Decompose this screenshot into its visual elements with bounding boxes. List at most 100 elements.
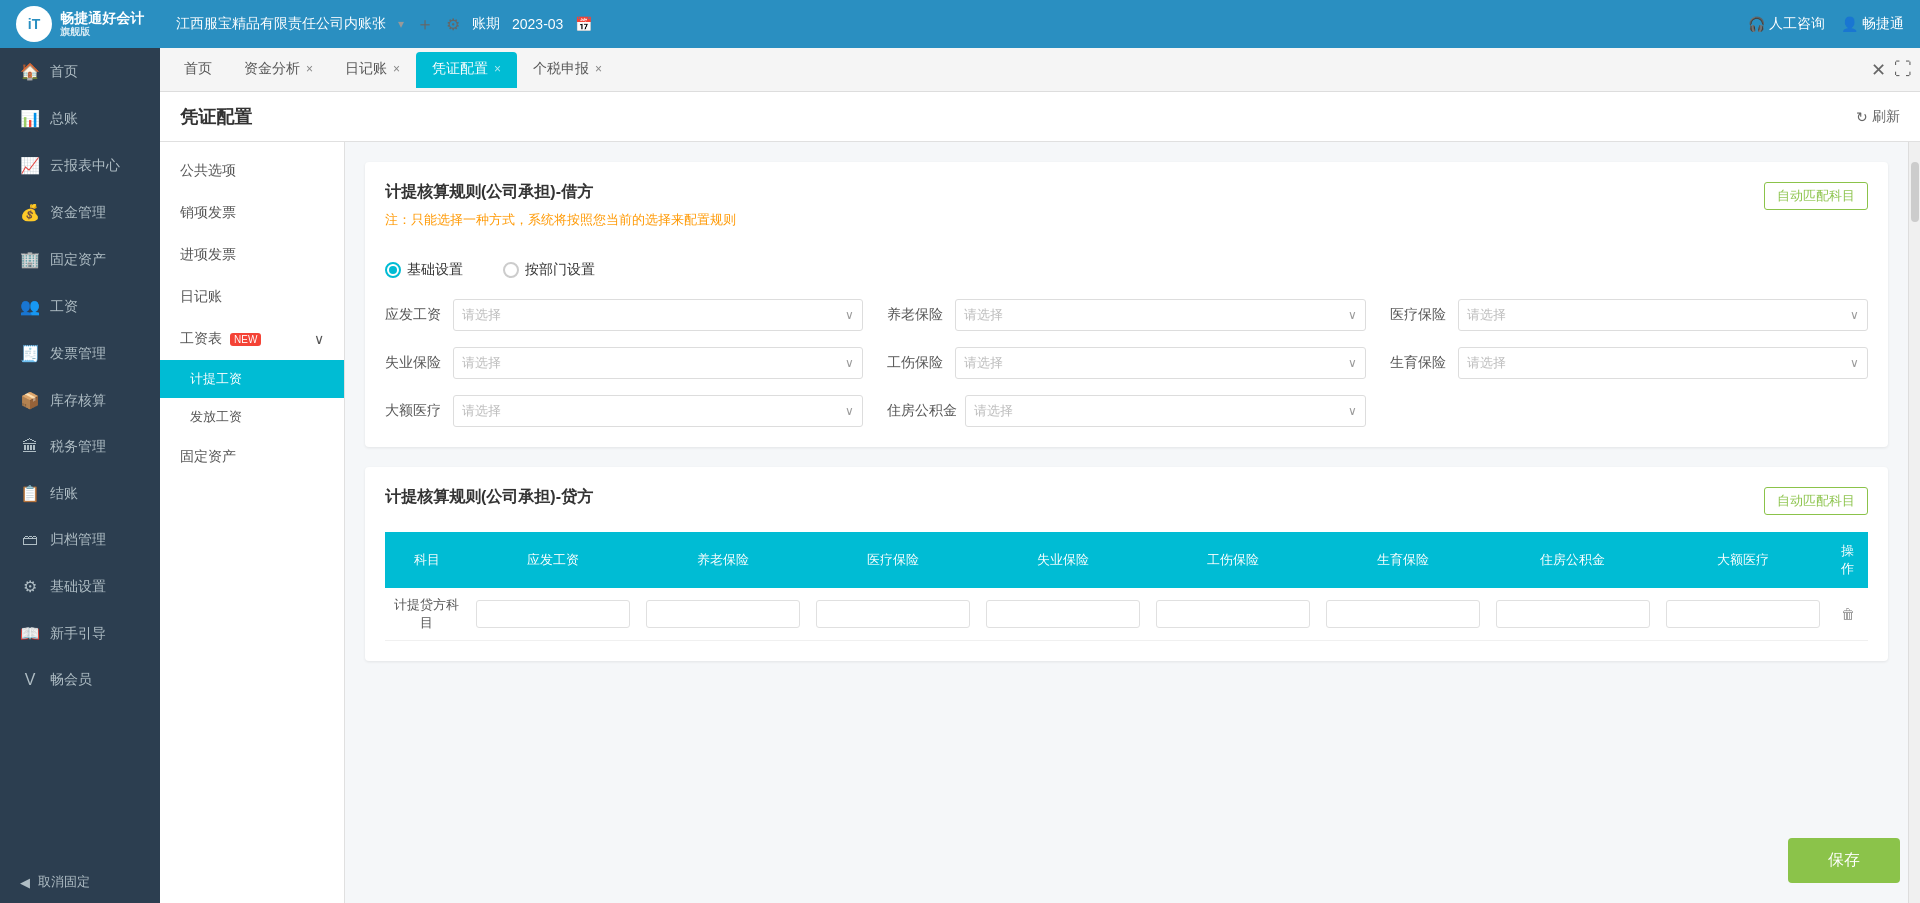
left-nav: 公共选项 销项发票 进项发票 日记账 工资表 NEW ∨ xyxy=(160,142,345,903)
top-bar-middle: 江西服宝精品有限责任公司内账张 ▾ ＋ ⚙ 账期 2023-03 📅 xyxy=(176,12,1748,36)
service-btn[interactable]: 🎧 人工咨询 xyxy=(1748,15,1825,33)
input-unemployment[interactable] xyxy=(986,600,1140,628)
select-birth[interactable]: 请选择 ∨ xyxy=(1458,347,1868,379)
cancel-fixed-label: 取消固定 xyxy=(38,873,90,891)
left-nav-salary-table[interactable]: 工资表 NEW ∨ xyxy=(160,318,344,360)
refresh-button[interactable]: ↻ 刷新 xyxy=(1856,108,1900,126)
calendar-icon[interactable]: 📅 xyxy=(575,16,592,32)
radio-dept-settings[interactable]: 按部门设置 xyxy=(503,261,595,279)
input-housing-fund[interactable] xyxy=(1496,600,1650,628)
sidebar-item-inventory[interactable]: 📦 库存核算 xyxy=(0,377,160,424)
tab-bar: 首页 资金分析 × 日记账 × 凭证配置 × 个税申报 × ✕ ⛶ xyxy=(160,48,1920,92)
delete-row-icon[interactable]: 🗑 xyxy=(1841,606,1855,622)
label-birth: 生育保险 xyxy=(1390,354,1450,372)
logo-main-text: 畅捷通好会计 xyxy=(60,10,144,27)
refresh-icon: ↻ xyxy=(1856,109,1868,125)
main-panel: 计提核算规则(公司承担)-借方 注：只能选择一种方式，系统将按照您当前的选择来配… xyxy=(345,142,1908,903)
input-base-salary[interactable] xyxy=(476,600,630,628)
select-arrow-medical: ∨ xyxy=(1850,308,1859,322)
add-icon[interactable]: ＋ xyxy=(416,12,434,36)
sidebar-label-tax: 税务管理 xyxy=(50,438,106,456)
left-nav-sub-pay-salary[interactable]: 发放工资 xyxy=(160,398,344,436)
cancel-fixed-btn[interactable]: ◀ 取消固定 xyxy=(0,861,160,903)
credit-section-header: 计提核算规则(公司承担)-贷方 自动匹配科目 xyxy=(385,487,1868,516)
sidebar-item-guide[interactable]: 📖 新手引导 xyxy=(0,610,160,657)
fullscreen-icon[interactable]: ⛶ xyxy=(1894,59,1912,80)
th-base-salary: 应发工资 xyxy=(468,532,638,588)
td-work-injury-val xyxy=(1148,588,1318,641)
headset-icon: 🎧 xyxy=(1748,16,1765,32)
sidebar-item-funds[interactable]: 💰 资金管理 xyxy=(0,189,160,236)
account-period-value[interactable]: 2023-03 xyxy=(512,16,563,32)
left-nav-sales-invoice[interactable]: 销项发票 xyxy=(160,192,344,234)
sidebar-item-tax[interactable]: 🏛 税务管理 xyxy=(0,424,160,470)
company-dropdown-icon[interactable]: ▾ xyxy=(398,17,404,31)
select-housing-fund[interactable]: 请选择 ∨ xyxy=(965,395,1365,427)
td-housing-fund-val xyxy=(1488,588,1658,641)
left-nav-journal[interactable]: 日记账 xyxy=(160,276,344,318)
right-scrollbar[interactable] xyxy=(1908,142,1920,903)
select-base-salary[interactable]: 请选择 ∨ xyxy=(453,299,863,331)
user-btn[interactable]: 👤 畅捷通 xyxy=(1841,15,1904,33)
left-nav-fixed-assets[interactable]: 固定资产 xyxy=(160,436,344,478)
sidebar-item-invoice[interactable]: 🧾 发票管理 xyxy=(0,330,160,377)
sidebar-label-invoice: 发票管理 xyxy=(50,345,106,363)
tab-home[interactable]: 首页 xyxy=(168,52,228,88)
credit-section: 计提核算规则(公司承担)-贷方 自动匹配科目 科目 应发工资 养老保险 医疗保险… xyxy=(365,467,1888,661)
th-subject: 科目 xyxy=(385,532,468,588)
tab-tax-report-close[interactable]: × xyxy=(595,62,602,76)
tab-journal[interactable]: 日记账 × xyxy=(329,52,416,88)
select-large-medical[interactable]: 请选择 ∨ xyxy=(453,395,863,427)
sidebar-item-home[interactable]: 🏠 首页 xyxy=(0,48,160,95)
chevron-down-icon: ∨ xyxy=(314,331,324,347)
sidebar-item-archive[interactable]: 🗃 归档管理 xyxy=(0,517,160,563)
sidebar-label-reports: 云报表中心 xyxy=(50,157,120,175)
sidebar-label-funds: 资金管理 xyxy=(50,204,106,222)
input-birth[interactable] xyxy=(1326,600,1480,628)
sidebar-item-reports[interactable]: 📈 云报表中心 xyxy=(0,142,160,189)
sidebar-item-settings[interactable]: ⚙ 基础设置 xyxy=(0,563,160,610)
sidebar-label-salary: 工资 xyxy=(50,298,78,316)
debit-section-note: 注：只能选择一种方式，系统将按照您当前的选择来配置规则 xyxy=(385,211,736,229)
input-work-injury[interactable] xyxy=(1156,600,1310,628)
label-medical: 医疗保险 xyxy=(1390,306,1450,324)
archive-icon: 🗃 xyxy=(20,531,40,549)
user-label: 畅捷通 xyxy=(1862,15,1904,33)
form-item-medical: 医疗保险 请选择 ∨ xyxy=(1390,299,1868,331)
radio-basic-settings[interactable]: 基础设置 xyxy=(385,261,463,279)
input-medical[interactable] xyxy=(816,600,970,628)
left-nav-public-options[interactable]: 公共选项 xyxy=(160,150,344,192)
sidebar-item-settlement[interactable]: 📋 结账 xyxy=(0,470,160,517)
inventory-icon: 📦 xyxy=(20,391,40,410)
funds-icon: 💰 xyxy=(20,203,40,222)
sidebar-item-ledger[interactable]: 📊 总账 xyxy=(0,95,160,142)
tab-funds-analysis-close[interactable]: × xyxy=(306,62,313,76)
input-large-medical[interactable] xyxy=(1666,600,1820,628)
select-arrow-birth: ∨ xyxy=(1850,356,1859,370)
tab-voucher-config[interactable]: 凭证配置 × xyxy=(416,52,517,88)
close-window-icon[interactable]: ✕ xyxy=(1871,59,1886,81)
save-button[interactable]: 保存 xyxy=(1788,838,1900,883)
left-nav-sub-accrue-salary[interactable]: 计提工资 xyxy=(160,360,344,398)
tab-tax-report[interactable]: 个税申报 × xyxy=(517,52,618,88)
sidebar-item-salary[interactable]: 👥 工资 xyxy=(0,283,160,330)
tab-journal-close[interactable]: × xyxy=(393,62,400,76)
tab-funds-analysis[interactable]: 资金分析 × xyxy=(228,52,329,88)
left-nav-purchase-invoice[interactable]: 进项发票 xyxy=(160,234,344,276)
sidebar-item-member[interactable]: V 畅会员 xyxy=(0,657,160,703)
sidebar-item-assets[interactable]: 🏢 固定资产 xyxy=(0,236,160,283)
select-work-injury[interactable]: 请选择 ∨ xyxy=(955,347,1365,379)
credit-auto-match-btn[interactable]: 自动匹配科目 xyxy=(1764,487,1868,515)
settings-icon[interactable]: ⚙ xyxy=(446,15,460,34)
tab-voucher-config-close[interactable]: × xyxy=(494,62,501,76)
select-medical[interactable]: 请选择 ∨ xyxy=(1458,299,1868,331)
assets-icon: 🏢 xyxy=(20,250,40,269)
refresh-label: 刷新 xyxy=(1872,108,1900,126)
debit-auto-match-btn[interactable]: 自动匹配科目 xyxy=(1764,182,1868,210)
form-item-base-salary: 应发工资 请选择 ∨ xyxy=(385,299,863,331)
input-pension[interactable] xyxy=(646,600,800,628)
top-bar: iT 畅捷通好会计 旗舰版 江西服宝精品有限责任公司内账张 ▾ ＋ ⚙ 账期 2… xyxy=(0,0,1920,48)
label-housing-fund: 住房公积金 xyxy=(887,402,957,420)
select-pension[interactable]: 请选择 ∨ xyxy=(955,299,1365,331)
select-unemployment[interactable]: 请选择 ∨ xyxy=(453,347,863,379)
